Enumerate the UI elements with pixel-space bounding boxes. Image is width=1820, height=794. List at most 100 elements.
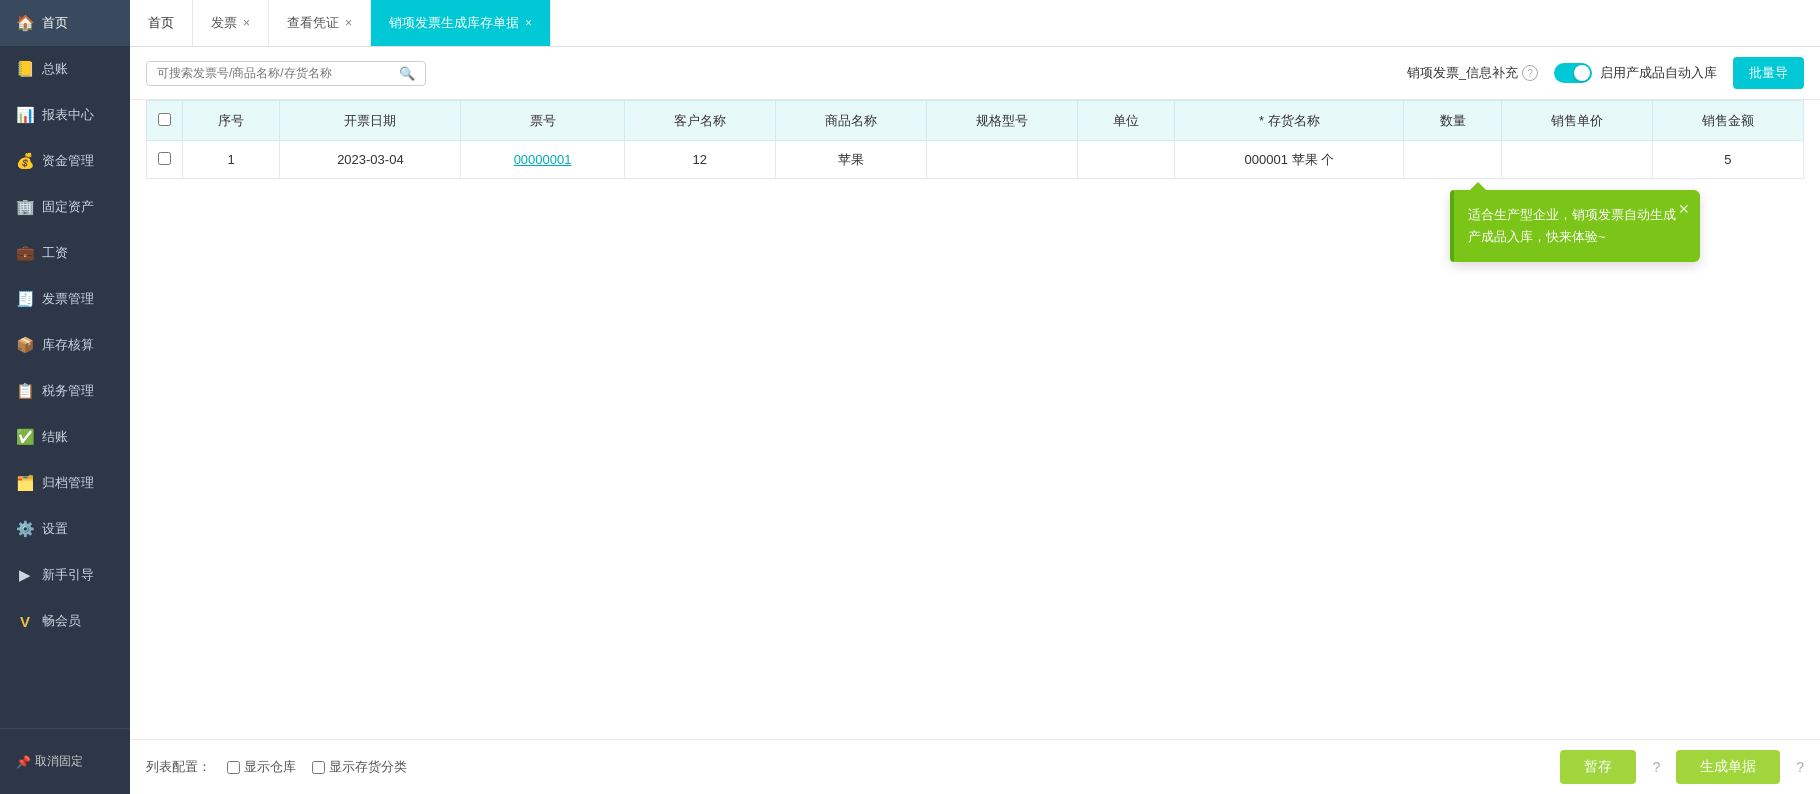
toggle-area: 启用产成品自动入库 [1554, 63, 1717, 83]
th-qty: 数量 [1404, 101, 1501, 141]
sidebar-item-invoice[interactable]: 🧾 发票管理 [0, 276, 130, 322]
home-icon: 🏠 [16, 14, 34, 32]
row-checkbox[interactable] [158, 152, 171, 165]
tab-invoice-label: 发票 [211, 14, 237, 32]
table-row: 1 2023-03-04 00000001 12 苹果 000001 苹果 个 … [147, 141, 1804, 179]
search-input[interactable] [157, 66, 393, 80]
select-all-checkbox[interactable] [158, 113, 171, 126]
report-icon: 📊 [16, 106, 34, 124]
batch-button[interactable]: 批量导 [1733, 57, 1804, 89]
sidebar-label-home: 首页 [42, 14, 68, 32]
show-warehouse-checkbox[interactable] [227, 761, 240, 774]
sidebar-item-funds[interactable]: 💰 资金管理 [0, 138, 130, 184]
sidebar-item-inventory[interactable]: 📦 库存核算 [0, 322, 130, 368]
tab-bar: 首页 发票 × 查看凭证 × 销项发票生成库存单据 × [130, 0, 1820, 47]
th-customer: 客户名称 [624, 101, 775, 141]
sidebar-label-guide: 新手引导 [42, 566, 94, 584]
tab-invoice-close[interactable]: × [243, 16, 250, 30]
tab-generate[interactable]: 销项发票生成库存单据 × [371, 0, 551, 46]
sidebar-item-tax[interactable]: 📋 税务管理 [0, 368, 130, 414]
th-checkbox[interactable] [147, 101, 183, 141]
sidebar: 🏠 首页 📒 总账 📊 报表中心 💰 资金管理 🏢 固定资产 💼 工资 🧾 发票… [0, 0, 130, 794]
sidebar-item-settings[interactable]: ⚙️ 设置 [0, 506, 130, 552]
data-table: 序号 开票日期 票号 客户名称 商品名称 规格型号 单位 * 存货名称 数量 销… [146, 100, 1804, 179]
th-date: 开票日期 [280, 101, 461, 141]
th-product: 商品名称 [775, 101, 926, 141]
save-button[interactable]: 暂存 [1560, 750, 1636, 784]
th-unit: 单位 [1078, 101, 1175, 141]
generate-help-icon[interactable]: ? [1796, 759, 1804, 775]
ledger-icon: 📒 [16, 60, 34, 78]
sidebar-label-inventory: 库存核算 [42, 336, 94, 354]
row-unit [1078, 141, 1175, 179]
vip-icon: V [16, 613, 34, 630]
tax-icon: 📋 [16, 382, 34, 400]
generate-button[interactable]: 生成单据 [1676, 750, 1780, 784]
search-box[interactable]: 🔍 [146, 61, 426, 86]
settlement-icon: ✅ [16, 428, 34, 446]
sidebar-label-settings: 设置 [42, 520, 68, 538]
sidebar-label-funds: 资金管理 [42, 152, 94, 170]
sidebar-item-home[interactable]: 🏠 首页 [0, 0, 130, 46]
toolbar: 🔍 销项发票_信息补充 ? 启用产成品自动入库 批量导 [130, 47, 1820, 100]
sidebar-item-assets[interactable]: 🏢 固定资产 [0, 184, 130, 230]
show-warehouse-text: 显示仓库 [244, 758, 296, 776]
row-unit-price [1501, 141, 1652, 179]
guide-icon: ▶ [16, 566, 34, 584]
sidebar-item-archive[interactable]: 🗂️ 归档管理 [0, 460, 130, 506]
settings-icon: ⚙️ [16, 520, 34, 538]
toggle-switch[interactable] [1554, 63, 1592, 83]
sidebar-label-invoice: 发票管理 [42, 290, 94, 308]
tooltip-text: 适合生产型企业，销项发票自动生成产成品入库，快来体验~ [1468, 207, 1676, 244]
show-category-label[interactable]: 显示存货分类 [312, 758, 407, 776]
row-checkbox-cell[interactable] [147, 141, 183, 179]
row-product: 苹果 [775, 141, 926, 179]
sidebar-item-settlement[interactable]: ✅ 结账 [0, 414, 130, 460]
table-area: 序号 开票日期 票号 客户名称 商品名称 规格型号 单位 * 存货名称 数量 销… [130, 100, 1820, 739]
sidebar-label-report: 报表中心 [42, 106, 94, 124]
sidebar-item-vip[interactable]: V 畅会员 [0, 598, 130, 644]
row-spec [926, 141, 1077, 179]
tooltip-popup: ✕ 适合生产型企业，销项发票自动生成产成品入库，快来体验~ [1450, 190, 1700, 262]
sidebar-label-payroll: 工资 [42, 244, 68, 262]
row-date: 2023-03-04 [280, 141, 461, 179]
main-area: 首页 发票 × 查看凭证 × 销项发票生成库存单据 × 🔍 销项发票_信息补充 … [130, 0, 1820, 794]
show-category-checkbox[interactable] [312, 761, 325, 774]
tab-voucher-close[interactable]: × [345, 16, 352, 30]
th-seq: 序号 [183, 101, 280, 141]
search-icon: 🔍 [399, 66, 415, 81]
th-spec: 规格型号 [926, 101, 1077, 141]
row-number[interactable]: 00000001 [461, 141, 624, 179]
content-area: 🔍 销项发票_信息补充 ? 启用产成品自动入库 批量导 [130, 47, 1820, 794]
tab-generate-close[interactable]: × [525, 16, 532, 30]
toggle-knob [1574, 65, 1590, 81]
tab-voucher[interactable]: 查看凭证 × [269, 0, 371, 46]
tab-invoice[interactable]: 发票 × [193, 0, 269, 46]
archive-icon: 🗂️ [16, 474, 34, 492]
sidebar-label-settlement: 结账 [42, 428, 68, 446]
th-inventory: * 存货名称 [1175, 101, 1404, 141]
sidebar-item-guide[interactable]: ▶ 新手引导 [0, 552, 130, 598]
row-amount: 5 [1652, 141, 1803, 179]
sidebar-item-report[interactable]: 📊 报表中心 [0, 92, 130, 138]
assets-icon: 🏢 [16, 198, 34, 216]
tab-home[interactable]: 首页 [130, 0, 193, 46]
row-seq: 1 [183, 141, 280, 179]
th-number: 票号 [461, 101, 624, 141]
info-help-icon[interactable]: ? [1522, 65, 1538, 81]
sidebar-item-payroll[interactable]: 💼 工资 [0, 230, 130, 276]
save-help-icon[interactable]: ? [1652, 759, 1660, 775]
sidebar-label-vip: 畅会员 [42, 612, 81, 630]
funds-icon: 💰 [16, 152, 34, 170]
row-inventory: 000001 苹果 个 [1175, 141, 1404, 179]
config-label: 列表配置： [146, 758, 211, 776]
show-warehouse-label[interactable]: 显示仓库 [227, 758, 296, 776]
bottom-bar: 列表配置： 显示仓库 显示存货分类 暂存 ? 生成单据 ? [130, 739, 1820, 794]
pin-label: 取消固定 [35, 753, 83, 770]
sidebar-label-ledger: 总账 [42, 60, 68, 78]
pin-button[interactable]: 📌 取消固定 [0, 739, 130, 784]
sidebar-item-ledger[interactable]: 📒 总账 [0, 46, 130, 92]
tooltip-close-button[interactable]: ✕ [1678, 198, 1690, 222]
inventory-icon: 📦 [16, 336, 34, 354]
show-category-text: 显示存货分类 [329, 758, 407, 776]
